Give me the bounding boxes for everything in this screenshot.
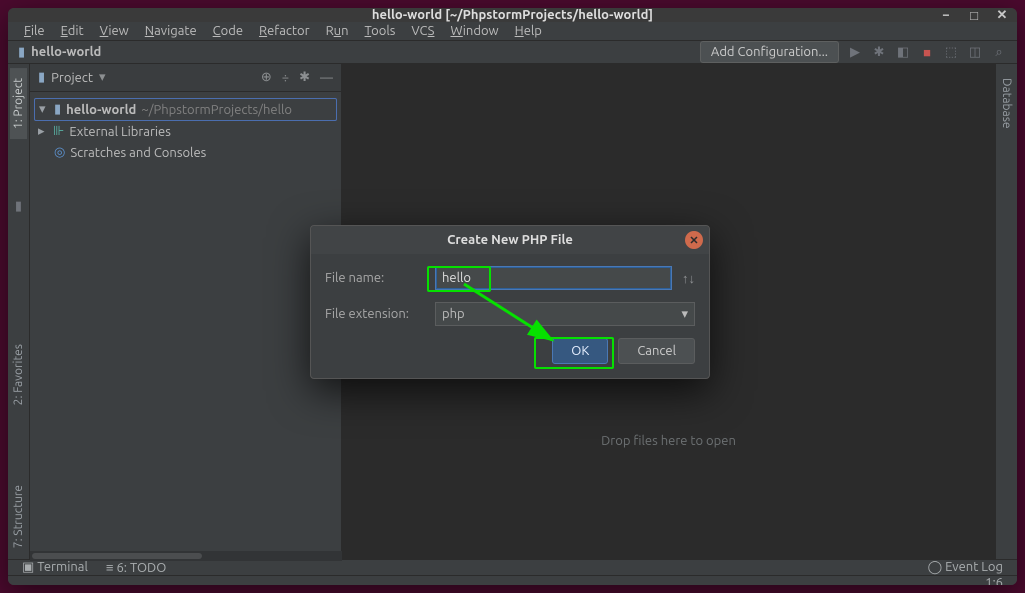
history-arrows-icon[interactable]: ↑↓ [682,271,695,286]
drop-hint: Drop files here to open [601,434,736,448]
breadcrumb[interactable]: ▮ hello-world [18,45,101,60]
run-icon[interactable]: ▶ [847,44,863,60]
scroll-from-source-icon[interactable]: ⊕ [261,70,272,85]
menu-tools[interactable]: Tools [359,22,402,40]
menu-vcs[interactable]: VCS [405,22,440,40]
right-gutter: Database [995,64,1017,559]
project-scrollbar[interactable] [30,551,342,561]
bottom-tool-tabs: ▣ Terminal ≡ 6: TODO ◯ Event Log [8,559,1017,576]
menu-edit[interactable]: Edit [55,22,90,40]
menu-code[interactable]: Code [207,22,249,40]
add-configuration-button[interactable]: Add Configuration... [700,41,839,63]
menu-file[interactable]: File [18,22,51,40]
tab-project[interactable]: 1: Project [10,68,27,139]
gear-icon[interactable]: ✱ [299,70,310,85]
collapse-icon[interactable]: ÷ [282,71,289,85]
tab-favorites[interactable]: 2: Favorites [10,334,27,415]
tab-terminal[interactable]: ▣ Terminal [22,560,88,575]
stop-icon[interactable]: ■ [919,44,935,60]
panel-folder-icon: ▮ [38,70,45,85]
menu-navigate[interactable]: Navigate [139,22,203,40]
debug-icon[interactable]: ✱ [871,44,887,60]
menubar: File Edit View Navigate Code Refactor Ru… [8,22,1017,41]
menu-run[interactable]: Run [320,22,355,40]
close-icon[interactable]: ✕ [995,8,1009,22]
filename-input[interactable] [435,266,672,290]
coverage-icon[interactable]: ◧ [895,44,911,60]
hide-icon[interactable]: — [320,71,333,85]
cancel-button[interactable]: Cancel [618,338,695,364]
maximize-icon[interactable]: □ [967,8,981,22]
tab-todo[interactable]: ≡ 6: TODO [106,560,166,575]
search-icon[interactable]: ⌕ [991,44,1007,60]
statusbar: 1:6 [8,576,1017,585]
extension-select[interactable]: php ▾ [435,302,695,326]
create-php-file-dialog: Create New PHP File ✕ File name: ↑↓ File… [310,225,710,379]
tree-scratches-label: Scratches and Consoles [70,146,206,160]
vcs-icon[interactable]: ⬚ [943,44,959,60]
chevron-down-icon: ▾ [681,307,688,322]
folder-icon: ▮ [18,45,25,60]
caret-position: 1:6 [985,576,1003,585]
tab-event-log[interactable]: ◯ Event Log [928,560,1003,575]
project-tree: ▾▮ hello-world ~/PhpstormProjects/hello … [30,92,341,169]
menu-window[interactable]: Window [444,22,504,40]
sidebar-toggle-icon[interactable]: ◫ [967,44,983,60]
menu-help[interactable]: Help [509,22,548,40]
tree-root-path: ~/PhpstormProjects/hello [141,103,292,117]
tree-root[interactable]: ▾▮ hello-world ~/PhpstormProjects/hello [34,98,337,121]
menu-refactor[interactable]: Refactor [253,22,316,40]
left-gutter: 1: Project ▮ 2: Favorites 7: Structure [8,64,30,559]
titlebar: hello-world [~/PhpstormProjects/hello-wo… [8,8,1017,22]
bookmark-icon[interactable]: ▮ [15,199,22,214]
dialog-close-icon[interactable]: ✕ [685,231,703,249]
extension-label: File extension: [325,307,425,321]
navbar: ▮ hello-world Add Configuration... ▶ ✱ ◧… [8,41,1017,64]
ok-button[interactable]: OK [552,338,608,364]
menu-view[interactable]: View [94,22,135,40]
window-title: hello-world [~/PhpstormProjects/hello-wo… [372,8,653,22]
dialog-title: Create New PHP File [447,233,573,247]
tree-root-name: hello-world [66,103,136,117]
extension-value: php [442,307,465,321]
filename-label: File name: [325,271,425,285]
tab-database[interactable]: Database [998,68,1015,139]
tree-ext-libs-label: External Libraries [69,125,171,139]
tree-external-libraries[interactable]: ▸⊪ External Libraries [34,121,337,142]
panel-title: Project [51,71,93,85]
project-panel: ▮ Project ▾ ⊕ ÷ ✱ — ▾▮ hello-world ~/Php… [30,64,342,559]
breadcrumb-root: hello-world [31,45,101,59]
minimize-icon[interactable]: − [939,8,953,22]
chevron-down-icon[interactable]: ▾ [99,70,106,85]
tab-structure[interactable]: 7: Structure [10,475,27,558]
tree-scratches[interactable]: ◎ Scratches and Consoles [34,142,337,163]
